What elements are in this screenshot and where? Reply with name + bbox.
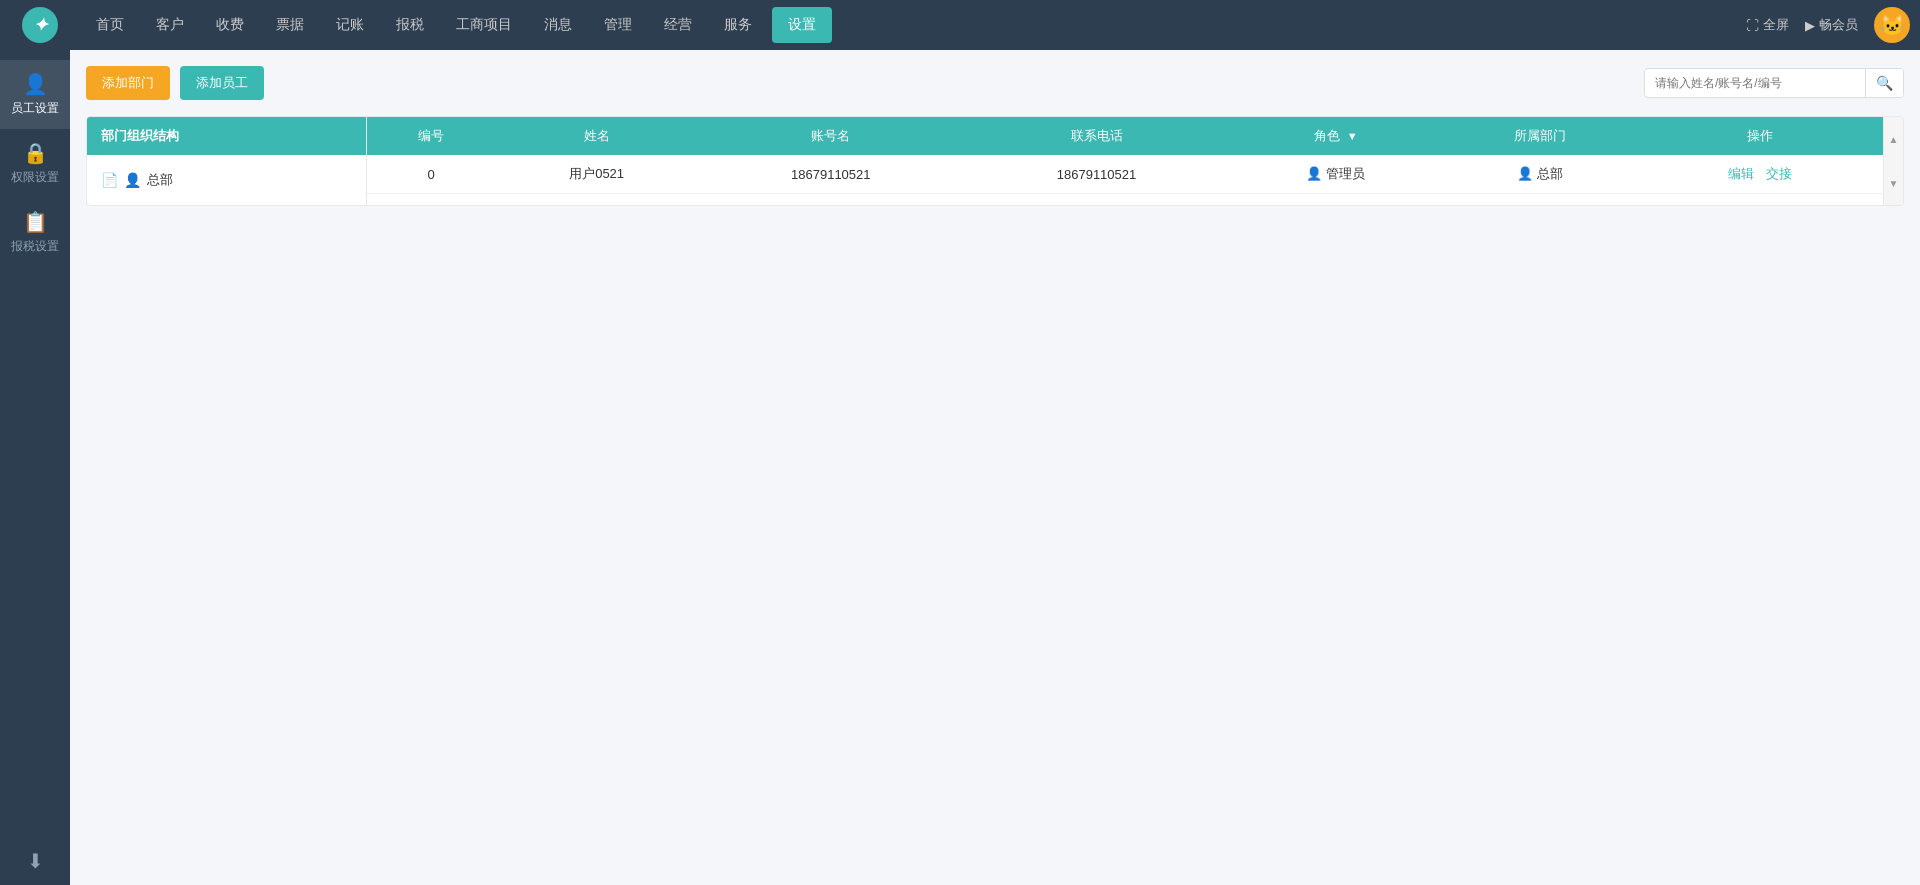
nav-item-fees[interactable]: 收费 — [200, 0, 260, 50]
top-navigation: ✦ 首页 客户 收费 票据 记账 报税 工商项目 消息 管理 经营 服务 设置 … — [0, 0, 1920, 50]
sidebar-item-permissions-label: 权限设置 — [11, 169, 59, 186]
cell-name: 用户0521 — [495, 155, 698, 194]
sidebar-item-employee[interactable]: 👤 员工设置 — [0, 60, 70, 129]
nav-item-accounting[interactable]: 记账 — [320, 0, 380, 50]
filter-icon: ▼ — [1347, 130, 1358, 142]
dept-user-icon: 👤 — [1517, 166, 1533, 181]
play-icon: ▶ — [1805, 18, 1815, 33]
cell-role: 👤管理员 — [1229, 155, 1442, 194]
permissions-icon: 🔒 — [23, 141, 48, 165]
table-header-row: 编号 姓名 账号名 联系电话 角色 ▼ 所属部门 操作 — [367, 117, 1883, 155]
action-交接[interactable]: 交接 — [1766, 166, 1792, 181]
search-input[interactable] — [1645, 70, 1865, 96]
emp-table: 编号 姓名 账号名 联系电话 角色 ▼ 所属部门 操作 — [367, 117, 1883, 205]
dept-tree-body: 📄 👤 总部 — [87, 155, 366, 205]
cell-account: 18679110521 — [698, 155, 964, 194]
col-header-id: 编号 — [367, 117, 495, 155]
sidebar-item-tax-label: 报税设置 — [11, 238, 59, 255]
scroll-up-button[interactable]: ▲ — [1884, 117, 1903, 161]
cell-id: 0 — [367, 155, 495, 194]
nav-menu: 首页 客户 收费 票据 记账 报税 工商项目 消息 管理 经营 服务 设置 — [80, 0, 1746, 50]
search-box: 🔍 — [1644, 68, 1904, 98]
scroll-down-button[interactable]: ▼ — [1884, 161, 1903, 205]
sidebar-bottom: ⬇ — [0, 837, 70, 885]
nav-item-tax[interactable]: 报税 — [380, 0, 440, 50]
action-编辑[interactable]: 编辑 — [1728, 166, 1754, 181]
download-icon: ⬇ — [27, 849, 44, 873]
nav-item-customer[interactable]: 客户 — [140, 0, 200, 50]
nav-item-settings[interactable]: 设置 — [772, 7, 832, 43]
fullscreen-icon: ⛶ — [1746, 18, 1759, 33]
table-scroll-controls: ▲ ▼ — [1883, 117, 1903, 205]
search-button[interactable]: 🔍 — [1865, 69, 1903, 97]
nav-right-actions: ⛶ 全屏 ▶ 畅会员 🐱 — [1746, 7, 1910, 43]
dept-tree-header: 部门组织结构 — [87, 117, 366, 155]
col-header-dept: 所属部门 — [1442, 117, 1637, 155]
tax-settings-icon: 📋 — [23, 210, 48, 234]
dept-item-headquarters[interactable]: 📄 👤 总部 — [97, 165, 356, 195]
fullscreen-button[interactable]: ⛶ 全屏 — [1746, 16, 1789, 34]
nav-item-business[interactable]: 工商项目 — [440, 0, 528, 50]
dept-item-label: 总部 — [147, 171, 173, 189]
fullscreen-label: 全屏 — [1763, 16, 1789, 34]
nav-item-message[interactable]: 消息 — [528, 0, 588, 50]
nav-item-bills[interactable]: 票据 — [260, 0, 320, 50]
employee-icon: 👤 — [23, 72, 48, 96]
nav-item-service[interactable]: 服务 — [708, 0, 768, 50]
add-emp-button[interactable]: 添加员工 — [180, 66, 264, 100]
nav-item-manage[interactable]: 管理 — [588, 0, 648, 50]
add-dept-button[interactable]: 添加部门 — [86, 66, 170, 100]
sidebar-item-permissions[interactable]: 🔒 权限设置 — [0, 129, 70, 198]
main-layout: 👤 员工设置 🔒 权限设置 📋 报税设置 ⬇ 添加部门 添加员工 🔍 — [0, 50, 1920, 885]
member-label: 畅会员 — [1819, 16, 1858, 34]
logo-icon: ✦ — [22, 7, 58, 43]
dept-tree: 部门组织结构 📄 👤 总部 — [87, 117, 367, 205]
nav-item-home[interactable]: 首页 — [80, 0, 140, 50]
col-header-name: 姓名 — [495, 117, 698, 155]
app-logo: ✦ — [10, 7, 70, 43]
cell-actions: 编辑 交接 — [1638, 155, 1884, 194]
sidebar-item-tax-settings[interactable]: 📋 报税设置 — [0, 198, 70, 267]
content-area: 添加部门 添加员工 🔍 部门组织结构 📄 👤 总部 — [70, 50, 1920, 885]
col-header-role[interactable]: 角色 ▼ — [1229, 117, 1442, 155]
cell-phone: 18679110521 — [964, 155, 1230, 194]
col-header-account: 账号名 — [698, 117, 964, 155]
col-header-action: 操作 — [1638, 117, 1884, 155]
nav-item-operation[interactable]: 经营 — [648, 0, 708, 50]
table-container: 部门组织结构 📄 👤 总部 编号 姓名 账号名 — [86, 116, 1904, 206]
col-header-phone: 联系电话 — [964, 117, 1230, 155]
dept-user-icon: 👤 — [124, 172, 141, 188]
user-avatar[interactable]: 🐱 — [1874, 7, 1910, 43]
member-button[interactable]: ▶ 畅会员 — [1805, 16, 1858, 34]
sidebar: 👤 员工设置 🔒 权限设置 📋 报税设置 ⬇ — [0, 50, 70, 885]
sidebar-download-button[interactable]: ⬇ — [0, 837, 70, 885]
role-label: 角色 — [1314, 128, 1340, 143]
employee-table: 编号 姓名 账号名 联系电话 角色 ▼ 所属部门 操作 — [367, 117, 1883, 194]
cell-dept: 👤总部 — [1442, 155, 1637, 194]
toolbar: 添加部门 添加员工 🔍 — [86, 66, 1904, 100]
file-icon: 📄 — [101, 172, 118, 188]
role-user-icon: 👤 — [1306, 166, 1322, 181]
table-row: 0 用户0521 18679110521 18679110521 👤管理员 👤总… — [367, 155, 1883, 194]
sidebar-item-employee-label: 员工设置 — [11, 100, 59, 117]
